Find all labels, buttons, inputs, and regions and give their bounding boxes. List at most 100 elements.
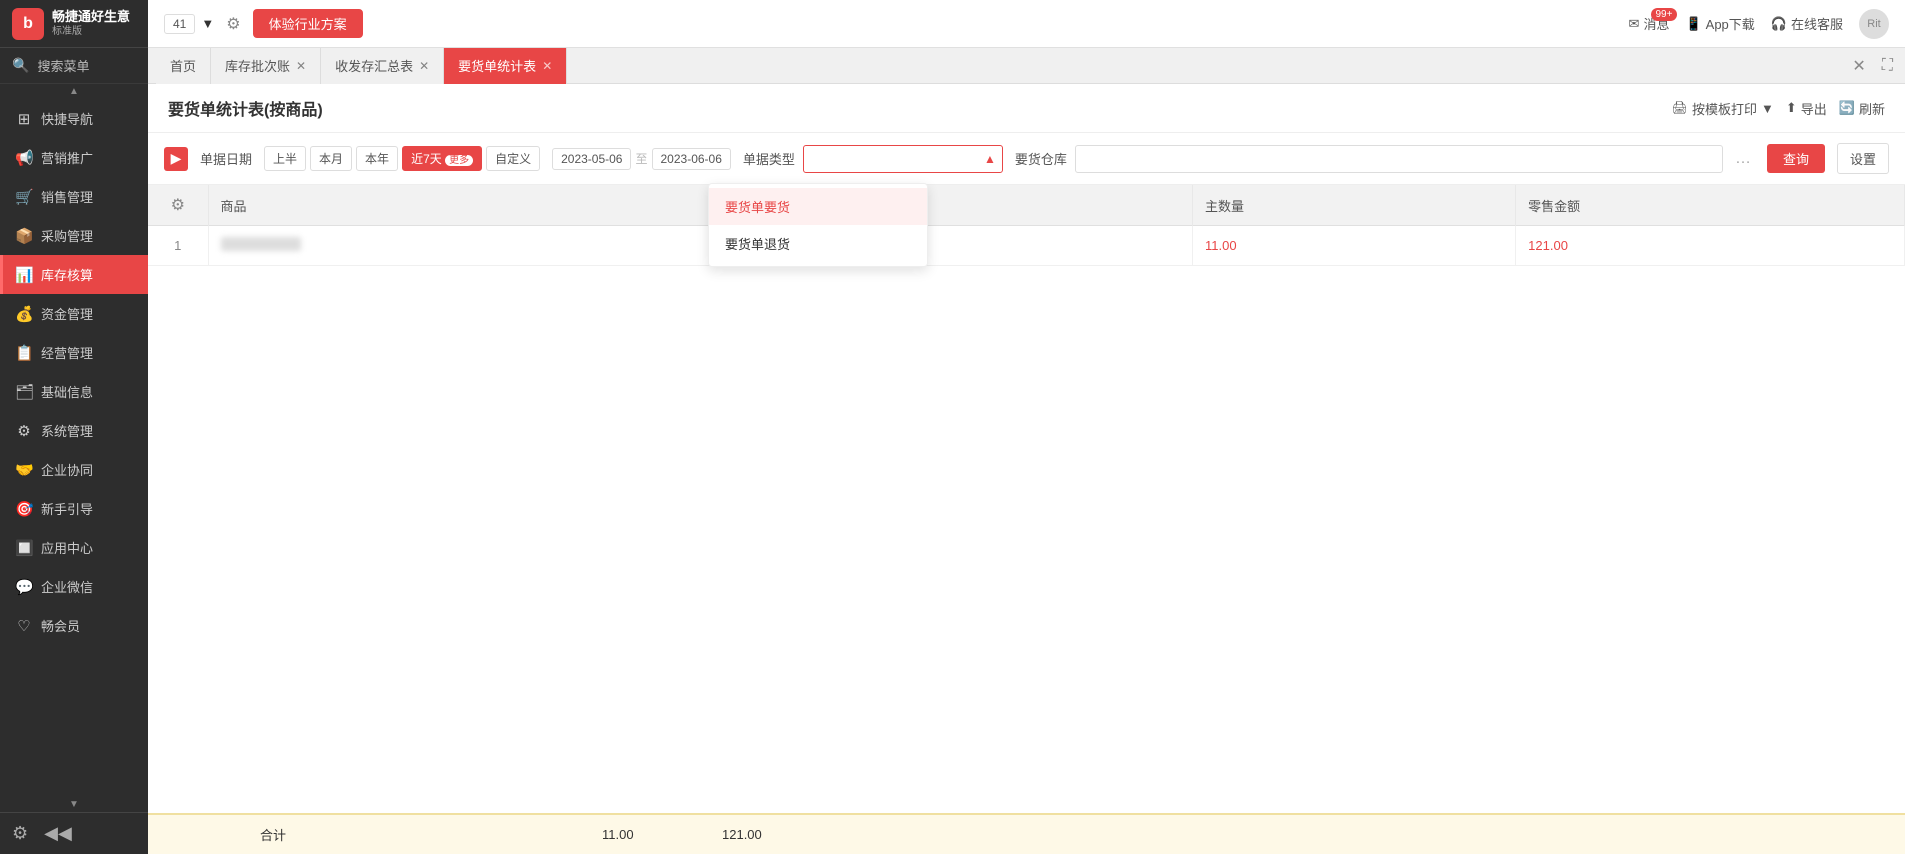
date-btn-up-half[interactable]: 上半: [264, 146, 306, 171]
dropdown-item-order-return[interactable]: 要货单退货: [709, 225, 927, 262]
type-select[interactable]: ▲: [803, 145, 1003, 173]
app-download-btn[interactable]: 📱 App下载: [1685, 14, 1754, 33]
refresh-btn[interactable]: 🔄 刷新: [1839, 99, 1885, 118]
amount-link[interactable]: 121.00: [1528, 238, 1568, 253]
sidebar-item-guide[interactable]: 🎯 新手引导: [0, 489, 148, 528]
tabs-bar: 首页 库存批次账 ✕ 收发存汇总表 ✕ 要货单统计表 ✕ ✕ ⛶: [148, 48, 1905, 84]
col-settings[interactable]: ⚙: [148, 185, 208, 226]
export-btn[interactable]: ⬆ 导出: [1786, 99, 1827, 118]
sidebar-nav: ⊞ 快捷导航 📢 营销推广 🛒 销售管理 📦 采购管理 📊 库存核算 💰 资金管…: [0, 99, 148, 797]
print-template-btn[interactable]: 🖨 按模板打印 ▼: [1671, 99, 1773, 118]
date-btn-custom[interactable]: 自定义: [486, 146, 540, 171]
messages-btn[interactable]: ✉ 消息 99+: [1629, 14, 1670, 33]
trial-btn[interactable]: 体验行业方案: [253, 9, 363, 38]
sidebar-item-system[interactable]: ⚙ 系统管理: [0, 411, 148, 450]
sidebar-scroll-up[interactable]: ▲: [0, 84, 148, 99]
tab-home[interactable]: 首页: [156, 48, 211, 84]
date-end[interactable]: 2023-06-06: [652, 148, 731, 170]
dropdown-item-order-goods[interactable]: 要货单要货: [709, 188, 927, 225]
tab-close-icon[interactable]: ✕: [296, 59, 306, 73]
date-btn-last-7days[interactable]: 近7天 更多: [402, 146, 482, 171]
nav-icon-app-center: 🔲: [15, 539, 33, 557]
sidebar-toggle-btn[interactable]: ◀◀: [44, 823, 72, 844]
nav-icon-membership: ♡: [15, 617, 33, 635]
tabs-end-btns: ✕ ⛶: [1848, 54, 1897, 78]
date-btn-this-month[interactable]: 本月: [310, 146, 352, 171]
sidebar-item-finance[interactable]: 💰 资金管理: [0, 294, 148, 333]
cell-qty: 11.00: [1193, 226, 1516, 266]
tab-label: 要货单统计表: [458, 56, 536, 75]
table-header-row: ⚙ 商品 主计量单位 主数量 零售金额: [148, 185, 1905, 226]
nav-icon-system: ⚙: [15, 422, 33, 440]
warehouse-input[interactable]: [1075, 145, 1723, 173]
nav-icon-operations: 📋: [15, 344, 33, 362]
sidebar-item-wechat[interactable]: 💬 企业微信: [0, 567, 148, 606]
sidebar-item-basic-info[interactable]: 🗂 基础信息: [0, 372, 148, 411]
sidebar-item-membership[interactable]: ♡ 畅会员: [0, 606, 148, 645]
service-icon: 🎧: [1771, 16, 1787, 32]
query-btn[interactable]: 查询: [1767, 144, 1825, 173]
tab-close-icon[interactable]: ✕: [419, 59, 429, 73]
sidebar-item-app-center[interactable]: 🔲 应用中心: [0, 528, 148, 567]
nav-icon-quick-nav: ⊞: [15, 110, 33, 128]
sidebar-item-marketing[interactable]: 📢 营销推广: [0, 138, 148, 177]
app-download-label: App下载: [1706, 14, 1755, 33]
table-wrapper: ⚙ 商品 主计量单位 主数量 零售金额 1 块 11.00 121.00: [148, 185, 1905, 813]
sidebar-item-sales[interactable]: 🛒 销售管理: [0, 177, 148, 216]
sidebar-logo: b 畅捷通好生意 标准版: [0, 0, 148, 48]
tab-order-stats[interactable]: 要货单统计表 ✕: [444, 48, 567, 84]
col-qty: 主数量: [1193, 185, 1516, 226]
tab-label: 收发存汇总表: [335, 56, 413, 75]
qty-link[interactable]: 11.00: [1205, 238, 1237, 253]
col-amount: 零售金额: [1516, 185, 1905, 226]
warehouse-label: 要货仓库: [1015, 149, 1067, 168]
nav-icon-enterprise: 🤝: [15, 461, 33, 479]
sidebar: b 畅捷通好生意 标准版 🔍 搜索菜单 ▲ ⊞ 快捷导航 📢 营销推广 🛒 销售…: [0, 0, 148, 854]
tab-batch-inventory[interactable]: 库存批次账 ✕: [211, 48, 321, 84]
footer-qty: 11.00: [590, 827, 710, 842]
col-product: 商品: [208, 185, 738, 226]
nav-label-finance: 资金管理: [41, 304, 93, 323]
nav-icon-basic-info: 🗂: [15, 383, 33, 401]
topbar-settings-icon[interactable]: ⚙: [226, 14, 240, 34]
topbar-right: ✉ 消息 99+ 📱 App下载 🎧 在线客服 Rit: [1629, 9, 1889, 39]
company-dropdown-icon: ▼: [201, 16, 214, 31]
date-btn-this-year[interactable]: 本年: [356, 146, 398, 171]
sidebar-item-operations[interactable]: 📋 经营管理: [0, 333, 148, 372]
sidebar-scroll-down[interactable]: ▼: [0, 797, 148, 812]
filter-expand-btn[interactable]: ▶: [164, 147, 188, 171]
logo-icon: b: [12, 8, 44, 40]
date-start[interactable]: 2023-05-06: [552, 148, 631, 170]
tab-receipt-summary[interactable]: 收发存汇总表 ✕: [321, 48, 444, 84]
nav-label-operations: 经营管理: [41, 343, 93, 362]
search-menu[interactable]: 🔍 搜索菜单: [0, 48, 148, 84]
table-footer: 合计 11.00 121.00: [148, 813, 1905, 854]
warehouse-more-icon[interactable]: …: [1731, 150, 1755, 168]
type-dropdown-icon[interactable]: ▲: [978, 152, 1002, 166]
nav-label-quick-nav: 快捷导航: [41, 109, 93, 128]
tabs-close-all-btn[interactable]: ✕: [1848, 54, 1869, 78]
settings-footer-btn[interactable]: ⚙: [12, 823, 28, 844]
date-separator: 至: [635, 150, 647, 167]
export-icon: ⬆: [1786, 100, 1797, 116]
footer-label: 合计: [220, 825, 420, 844]
user-avatar[interactable]: Rit: [1859, 9, 1889, 39]
tab-close-icon[interactable]: ✕: [542, 59, 552, 73]
service-label: 在线客服: [1791, 14, 1843, 33]
nav-icon-sales: 🛒: [15, 188, 33, 206]
tabs-maximize-btn[interactable]: ⛶: [1878, 55, 1897, 77]
settings-gear-icon[interactable]: ⚙: [171, 197, 185, 214]
sidebar-item-enterprise[interactable]: 🤝 企业协同: [0, 450, 148, 489]
sidebar-item-quick-nav[interactable]: ⊞ 快捷导航: [0, 99, 148, 138]
table-row: 1 块 11.00 121.00: [148, 226, 1905, 266]
service-btn[interactable]: 🎧 在线客服: [1771, 14, 1843, 33]
type-dropdown-menu: 要货单要货 要货单退货: [708, 183, 928, 267]
nav-label-app-center: 应用中心: [41, 538, 93, 557]
user-name: Rit: [1867, 18, 1880, 30]
filter-settings-btn[interactable]: 设置: [1837, 143, 1889, 174]
company-selector[interactable]: 41 ▼: [164, 14, 214, 34]
sidebar-item-purchase[interactable]: 📦 采购管理: [0, 216, 148, 255]
sidebar-item-inventory[interactable]: 📊 库存核算: [0, 255, 148, 294]
logo-text: 畅捷通好生意 标准版: [52, 9, 130, 39]
cell-amount: 121.00: [1516, 226, 1905, 266]
